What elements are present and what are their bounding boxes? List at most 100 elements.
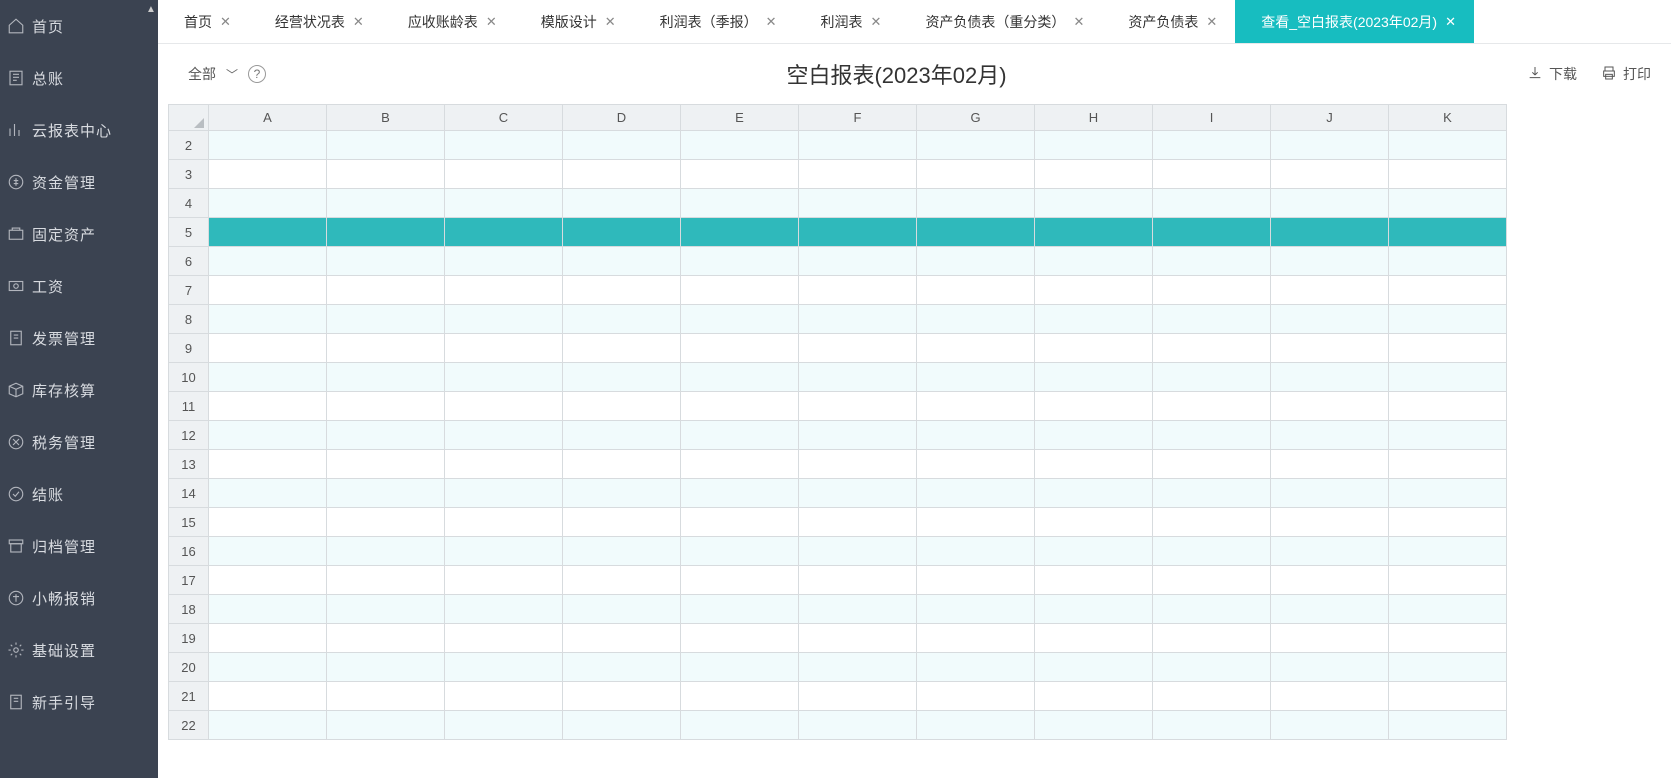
- cell-I11[interactable]: [1153, 392, 1271, 421]
- tab-7[interactable]: 资产负债表✕: [1102, 0, 1235, 43]
- cell-E11[interactable]: [681, 392, 799, 421]
- cell-F5[interactable]: [799, 218, 917, 247]
- cell-F20[interactable]: [799, 653, 917, 682]
- cell-F18[interactable]: [799, 595, 917, 624]
- cell-C16[interactable]: [445, 537, 563, 566]
- cell-J10[interactable]: [1271, 363, 1389, 392]
- cell-C8[interactable]: [445, 305, 563, 334]
- cell-A20[interactable]: [209, 653, 327, 682]
- cell-E7[interactable]: [681, 276, 799, 305]
- cell-E3[interactable]: [681, 160, 799, 189]
- tab-0[interactable]: 首页✕: [158, 0, 249, 43]
- tab-5[interactable]: 利润表✕: [795, 0, 900, 43]
- cell-E8[interactable]: [681, 305, 799, 334]
- tab-8[interactable]: 查看_空白报表(2023年02月)✕: [1235, 0, 1474, 43]
- cell-G15[interactable]: [917, 508, 1035, 537]
- cell-D5[interactable]: [563, 218, 681, 247]
- cell-G20[interactable]: [917, 653, 1035, 682]
- col-header-B[interactable]: B: [327, 105, 445, 131]
- row-header-10[interactable]: 10: [169, 363, 209, 392]
- cell-D10[interactable]: [563, 363, 681, 392]
- sidebar-scroll-up[interactable]: ▲: [146, 4, 156, 12]
- cell-H20[interactable]: [1035, 653, 1153, 682]
- cell-K18[interactable]: [1389, 595, 1507, 624]
- row-header-2[interactable]: 2: [169, 131, 209, 160]
- cell-E20[interactable]: [681, 653, 799, 682]
- tab-3[interactable]: 模版设计✕: [515, 0, 634, 43]
- cell-C7[interactable]: [445, 276, 563, 305]
- cell-J16[interactable]: [1271, 537, 1389, 566]
- cell-G12[interactable]: [917, 421, 1035, 450]
- sidebar-item-stock[interactable]: 库存核算: [0, 364, 158, 416]
- close-icon[interactable]: ✕: [871, 14, 882, 30]
- sidebar-item-archive[interactable]: 归档管理: [0, 520, 158, 572]
- cell-I3[interactable]: [1153, 160, 1271, 189]
- cell-H16[interactable]: [1035, 537, 1153, 566]
- cell-I4[interactable]: [1153, 189, 1271, 218]
- tab-2[interactable]: 应收账龄表✕: [382, 0, 515, 43]
- sidebar-item-expense[interactable]: 小畅报销: [0, 572, 158, 624]
- cell-C11[interactable]: [445, 392, 563, 421]
- row-header-20[interactable]: 20: [169, 653, 209, 682]
- cell-D19[interactable]: [563, 624, 681, 653]
- cell-D6[interactable]: [563, 247, 681, 276]
- row-header-22[interactable]: 22: [169, 711, 209, 740]
- cell-D22[interactable]: [563, 711, 681, 740]
- cell-D11[interactable]: [563, 392, 681, 421]
- tab-1[interactable]: 经营状况表✕: [249, 0, 382, 43]
- row-header-15[interactable]: 15: [169, 508, 209, 537]
- cell-J14[interactable]: [1271, 479, 1389, 508]
- cell-E16[interactable]: [681, 537, 799, 566]
- cell-A9[interactable]: [209, 334, 327, 363]
- cell-G22[interactable]: [917, 711, 1035, 740]
- cell-H13[interactable]: [1035, 450, 1153, 479]
- cell-G8[interactable]: [917, 305, 1035, 334]
- cell-F14[interactable]: [799, 479, 917, 508]
- cell-F9[interactable]: [799, 334, 917, 363]
- cell-J19[interactable]: [1271, 624, 1389, 653]
- cell-I14[interactable]: [1153, 479, 1271, 508]
- col-header-K[interactable]: K: [1389, 105, 1507, 131]
- row-header-21[interactable]: 21: [169, 682, 209, 711]
- cell-A10[interactable]: [209, 363, 327, 392]
- cell-K9[interactable]: [1389, 334, 1507, 363]
- cell-D17[interactable]: [563, 566, 681, 595]
- sidebar-item-settings[interactable]: 基础设置: [0, 624, 158, 676]
- cell-C3[interactable]: [445, 160, 563, 189]
- cell-B19[interactable]: [327, 624, 445, 653]
- tab-6[interactable]: 资产负债表（重分类）✕: [899, 0, 1102, 43]
- cell-I19[interactable]: [1153, 624, 1271, 653]
- cell-A2[interactable]: [209, 131, 327, 160]
- row-header-4[interactable]: 4: [169, 189, 209, 218]
- help-icon[interactable]: ?: [248, 65, 266, 83]
- cell-J20[interactable]: [1271, 653, 1389, 682]
- cell-I8[interactable]: [1153, 305, 1271, 334]
- col-header-A[interactable]: A: [209, 105, 327, 131]
- cell-C20[interactable]: [445, 653, 563, 682]
- cell-D15[interactable]: [563, 508, 681, 537]
- cell-A18[interactable]: [209, 595, 327, 624]
- cell-J12[interactable]: [1271, 421, 1389, 450]
- cell-J2[interactable]: [1271, 131, 1389, 160]
- cell-J9[interactable]: [1271, 334, 1389, 363]
- cell-J18[interactable]: [1271, 595, 1389, 624]
- cell-H22[interactable]: [1035, 711, 1153, 740]
- cell-F3[interactable]: [799, 160, 917, 189]
- cell-K4[interactable]: [1389, 189, 1507, 218]
- cell-C4[interactable]: [445, 189, 563, 218]
- cell-I13[interactable]: [1153, 450, 1271, 479]
- col-header-E[interactable]: E: [681, 105, 799, 131]
- row-header-9[interactable]: 9: [169, 334, 209, 363]
- cell-B11[interactable]: [327, 392, 445, 421]
- cell-K14[interactable]: [1389, 479, 1507, 508]
- cell-G17[interactable]: [917, 566, 1035, 595]
- cell-H11[interactable]: [1035, 392, 1153, 421]
- cell-J13[interactable]: [1271, 450, 1389, 479]
- cell-C18[interactable]: [445, 595, 563, 624]
- cell-G3[interactable]: [917, 160, 1035, 189]
- cell-G7[interactable]: [917, 276, 1035, 305]
- cell-A11[interactable]: [209, 392, 327, 421]
- cell-I18[interactable]: [1153, 595, 1271, 624]
- cell-H7[interactable]: [1035, 276, 1153, 305]
- cell-G10[interactable]: [917, 363, 1035, 392]
